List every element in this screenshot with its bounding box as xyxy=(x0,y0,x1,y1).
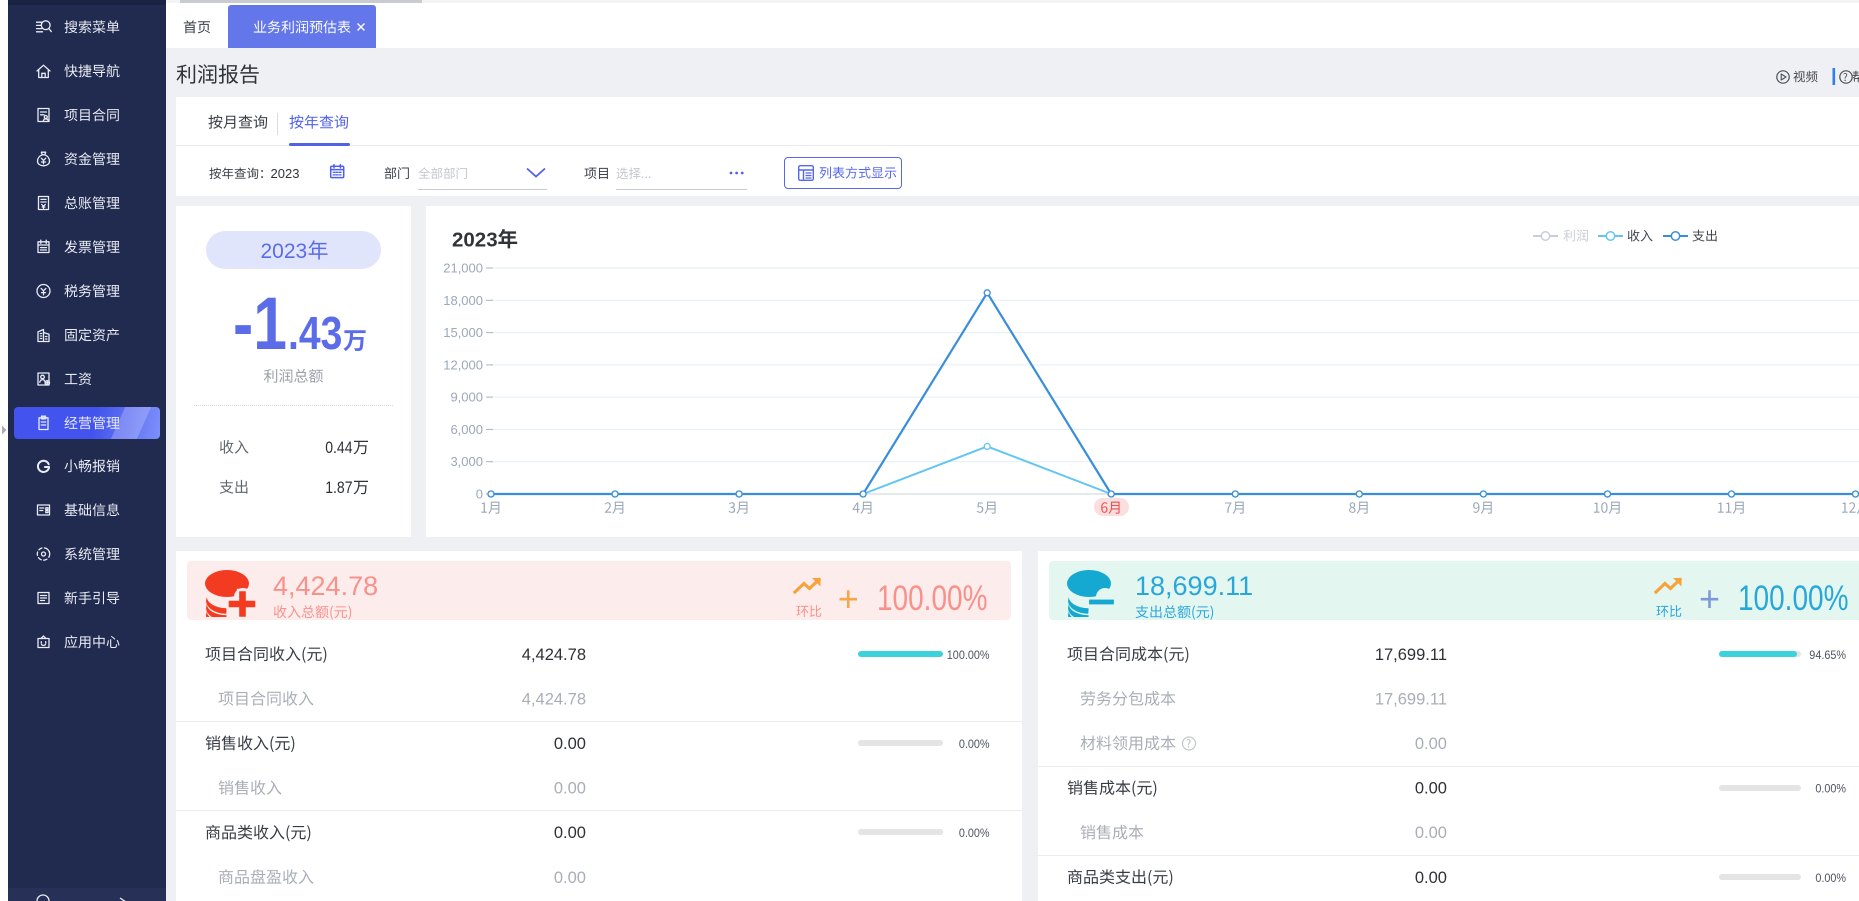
svg-text:0.00%: 0.00% xyxy=(959,828,990,841)
svg-text:21,000: 21,000 xyxy=(443,260,483,275)
svg-text:.43: .43 xyxy=(288,308,342,360)
svg-text:2023: 2023 xyxy=(271,166,300,181)
svg-text:0.00: 0.00 xyxy=(554,780,586,798)
svg-text:4,424.78: 4,424.78 xyxy=(273,571,378,601)
svg-text:100.00%: 100.00% xyxy=(877,578,988,618)
svg-text:+: + xyxy=(1699,578,1720,619)
svg-text:17,699.11: 17,699.11 xyxy=(1375,690,1447,708)
svg-text:9,000: 9,000 xyxy=(450,390,483,405)
svg-text:94.65%: 94.65% xyxy=(1809,649,1846,662)
svg-text:0.00: 0.00 xyxy=(554,824,586,842)
svg-text:4,424.78: 4,424.78 xyxy=(522,646,586,664)
svg-text:15,000: 15,000 xyxy=(443,325,483,340)
svg-text:100.00%: 100.00% xyxy=(947,649,990,662)
svg-text:3,000: 3,000 xyxy=(450,454,483,469)
svg-text:2023: 2023 xyxy=(452,229,498,252)
svg-text:0.00: 0.00 xyxy=(1415,824,1447,842)
svg-text:0.00%: 0.00% xyxy=(959,738,990,751)
svg-text:0.00: 0.00 xyxy=(1415,780,1447,798)
svg-text:0.44: 0.44 xyxy=(325,439,353,457)
svg-text:0.00: 0.00 xyxy=(1415,735,1447,753)
svg-text:12,000: 12,000 xyxy=(443,357,483,372)
svg-text:18,000: 18,000 xyxy=(443,293,483,308)
svg-text:+: + xyxy=(838,578,859,619)
svg-text:0.00: 0.00 xyxy=(1415,869,1447,887)
svg-text:4,424.78: 4,424.78 xyxy=(522,690,586,708)
svg-text:0.00: 0.00 xyxy=(554,735,586,753)
svg-text:2023: 2023 xyxy=(261,240,308,263)
svg-text:0.00: 0.00 xyxy=(554,869,586,887)
svg-text:6,000: 6,000 xyxy=(450,422,483,437)
svg-text:0.00%: 0.00% xyxy=(1815,872,1846,885)
svg-text:0.00%: 0.00% xyxy=(1815,783,1846,796)
svg-text:1.87: 1.87 xyxy=(325,479,352,497)
svg-text:100.00%: 100.00% xyxy=(1738,578,1849,618)
svg-text:-1: -1 xyxy=(233,283,287,365)
svg-text:0: 0 xyxy=(476,487,483,502)
svg-text:18,699.11: 18,699.11 xyxy=(1135,571,1253,601)
svg-text:17,699.11: 17,699.11 xyxy=(1375,646,1447,664)
